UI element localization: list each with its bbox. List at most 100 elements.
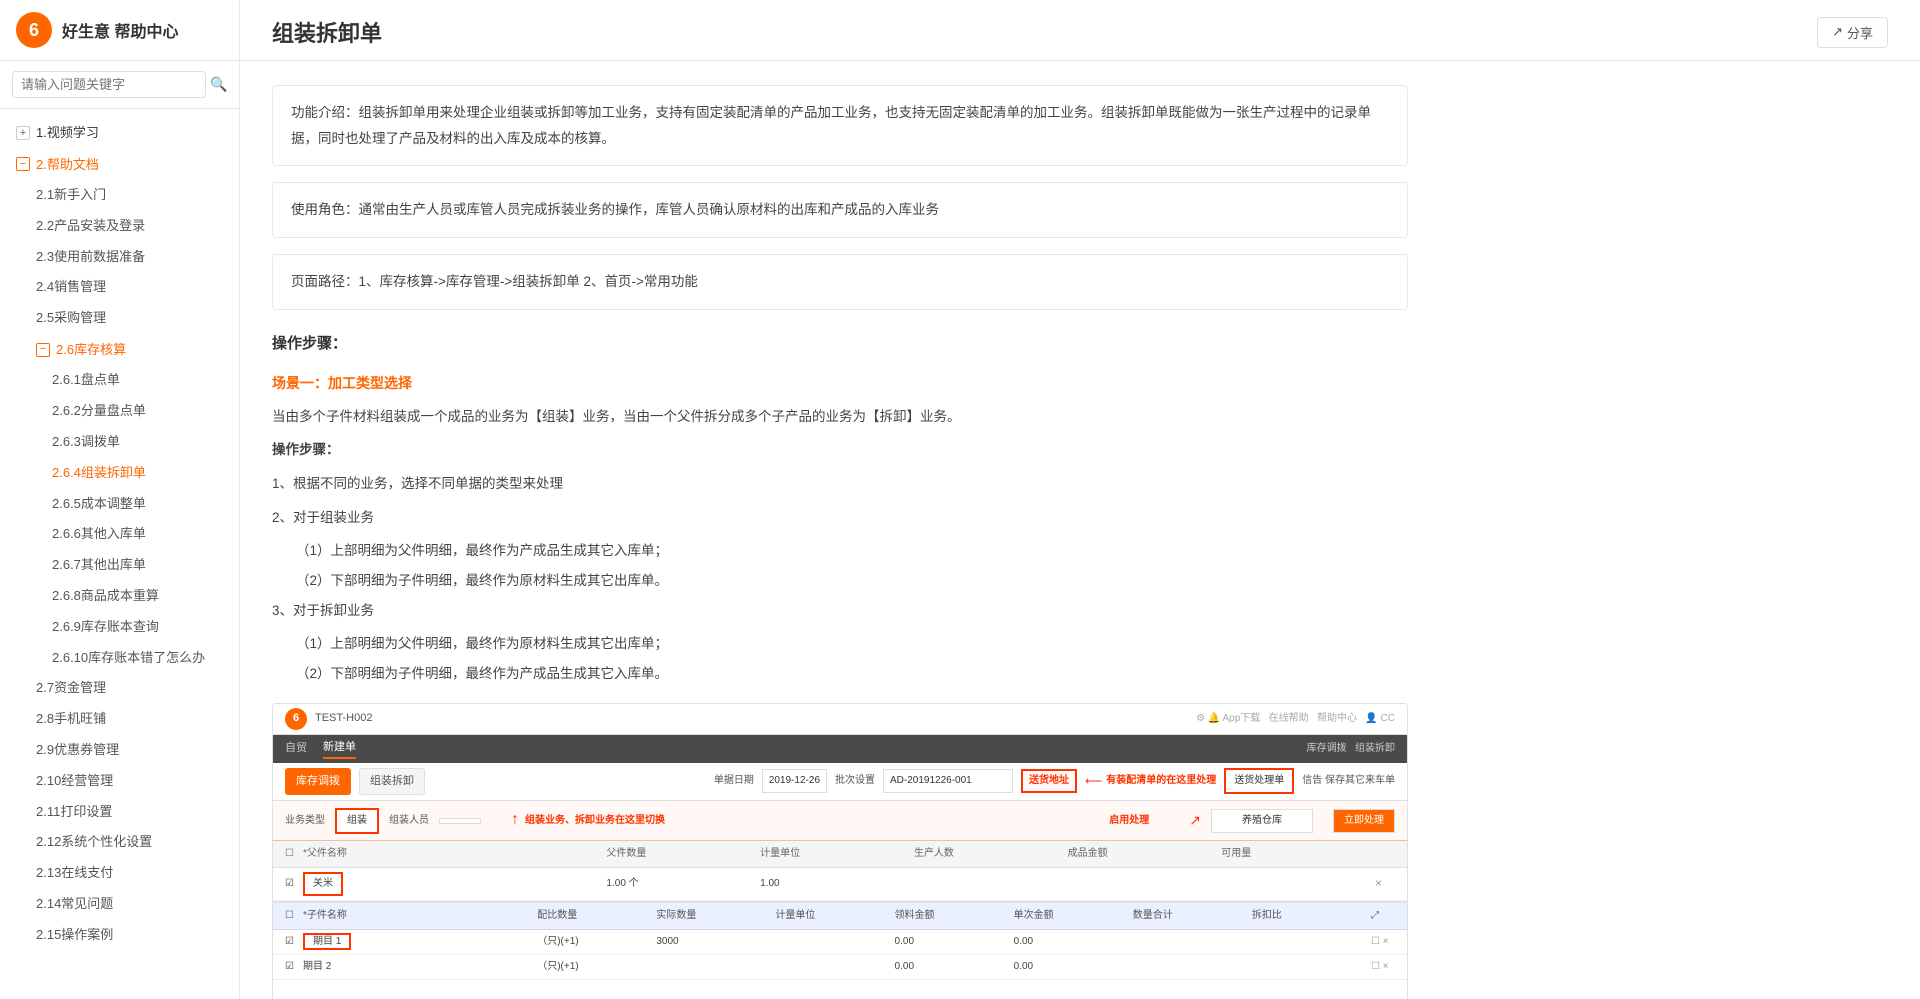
- sim-lower-row-3: [273, 980, 1407, 999]
- sim-nav-extra: 库存调拨 组装拆卸: [1307, 740, 1395, 758]
- sim-type-row: 业务类型 组装 组装人员 ↑ 组装业务、拆卸业务在这里切换 启用处理 ↗ 养殖仓…: [273, 801, 1407, 841]
- row-del[interactable]: ×: [1375, 873, 1395, 895]
- sim-store-input[interactable]: 养殖仓库: [1211, 809, 1313, 833]
- sim-process-btn[interactable]: 送货处理单: [1224, 768, 1294, 794]
- row3-single-amt: 0.00: [1014, 958, 1129, 976]
- step3: 3、对于拆卸业务: [272, 598, 1408, 624]
- search-button[interactable]: 🔍: [206, 74, 231, 95]
- sim-upper-table: ☐ *父件名称 父件数量 计量单位 生产人数 成品金额 可用量 ☑ 关米: [273, 841, 1407, 901]
- sim-order-value: AD-20191226-001: [883, 769, 1013, 793]
- sim-annotation1-label: 有装配清单的在这里处理: [1106, 772, 1216, 790]
- row3-ratio: （只)(+1): [537, 958, 652, 976]
- sim-nav-purchase[interactable]: 新建单: [323, 738, 356, 760]
- article-body: 功能介绍：组装拆卸单用来处理企业组装或拆卸等加工业务，支持有固定装配清单的产品加…: [240, 61, 1440, 999]
- sidebar-item-2-12[interactable]: 2.12系统个性化设置: [0, 827, 239, 858]
- sidebar-item-2-13[interactable]: 2.13在线支付: [0, 858, 239, 889]
- collapse-icon: −: [16, 157, 30, 171]
- sidebar-item-video[interactable]: + 1.视频学习: [0, 117, 239, 149]
- sim-staff-input[interactable]: [439, 818, 481, 824]
- col-child-name: *子件名称: [303, 907, 533, 925]
- sidebar-item-2-14[interactable]: 2.14常见问题: [0, 889, 239, 920]
- sidebar-item-2-11[interactable]: 2.11打印设置: [0, 797, 239, 828]
- scene1-desc: 当由多个子件材料组装成一个成品的业务为【组装】业务，当由一个父件拆分成多个子产品…: [272, 404, 1408, 430]
- sim-tab-row: 库存调拨 组装拆卸 单据日期 2019-12-26 批次设置 AD-201912…: [273, 763, 1407, 802]
- sidebar-item-docs[interactable]: − 2.帮助文档: [0, 149, 239, 181]
- sim-arrow3: ↗: [1189, 808, 1201, 833]
- sim-tab-assemble[interactable]: 组装拆卸: [359, 768, 425, 796]
- intro-block-2: 使用角色：通常由生产人员或库管人员完成拆装业务的操作，库管人员确认原材料的出库和…: [272, 182, 1408, 238]
- step1: 1、根据不同的业务，选择不同单据的类型来处理: [272, 471, 1408, 497]
- intro-block-1: 功能介绍：组装拆卸单用来处理企业组装或拆卸等加工业务，支持有固定装配清单的产品加…: [272, 85, 1408, 166]
- step2-2: （2）下部明细为子件明细，最终作为原材料生成其它出库单。: [272, 568, 1408, 594]
- brand-name: 好生意 帮助中心: [62, 18, 178, 42]
- main-content: 组装拆卸单 ↗ 分享 功能介绍：组装拆卸单用来处理企业组装或拆卸等加工业务，支持…: [240, 0, 1920, 999]
- sidebar-item-2-7[interactable]: 2.7资金管理: [0, 673, 239, 704]
- sidebar-item-2-2[interactable]: 2.2产品安装及登录: [0, 211, 239, 242]
- row-parent-qty: 1.00 个: [606, 875, 756, 893]
- col-single-amt: 单次金额: [1014, 907, 1129, 925]
- sidebar-item-2-3[interactable]: 2.3使用前数据准备: [0, 242, 239, 273]
- sidebar-item-2-5[interactable]: 2.5采购管理: [0, 303, 239, 334]
- step2-1: （1）上部明细为父件明细，最终作为产成品生成其它入库单；: [272, 538, 1408, 564]
- sidebar-header: 6 好生意 帮助中心: [0, 0, 239, 61]
- sidebar-item-2-10[interactable]: 2.10经营管理: [0, 766, 239, 797]
- ops-steps-title: 操作步骤：: [272, 437, 1408, 463]
- sidebar-item-2-6-2[interactable]: 2.6.2分量盘点单: [0, 396, 239, 427]
- step2: 2、对于组装业务: [272, 505, 1408, 531]
- sim-lower-header: ☐ *子件名称 配比数量 实际数量 计量单位 领料金额 单次金额 数量合计 拆扣…: [273, 903, 1407, 930]
- sim-lower-row-1: ☑ 期目 1 （只)(+1) 3000 0.00 0.00 ☐ ×: [273, 930, 1407, 955]
- sidebar-item-2-6-1[interactable]: 2.6.1盘点单: [0, 365, 239, 396]
- sim-row1-name-highlight: 关米: [303, 872, 343, 896]
- sidebar-item-2-6-4[interactable]: 2.6.4组装拆卸单: [0, 458, 239, 489]
- sim-annotation2-area: ↑ 组装业务、拆卸业务在这里切换: [511, 806, 665, 835]
- row3-mat-amt: 0.00: [895, 958, 1010, 976]
- col-unit: 计量单位: [760, 845, 910, 863]
- row-unit: 1.00: [760, 875, 910, 893]
- col-available: 可用量: [1221, 845, 1371, 863]
- sidebar-item-2-6-7[interactable]: 2.6.7其他出库单: [0, 550, 239, 581]
- col-parent-qty: 父件数量: [606, 845, 756, 863]
- sidebar-item-2-6-8[interactable]: 2.6.8商品成本重算: [0, 581, 239, 612]
- row-check: ☑: [285, 875, 299, 893]
- sidebar-item-2-6-3[interactable]: 2.6.3调拨单: [0, 427, 239, 458]
- sim-app: 6 TEST-H002 ⚙ 🔔 App下载 在线帮助 帮助中心 👤 CC 自贸 …: [273, 704, 1407, 999]
- search-input[interactable]: [12, 71, 206, 98]
- col-qty-total: 数量合计: [1133, 907, 1248, 925]
- sidebar-item-2-1[interactable]: 2.1新手入门: [0, 180, 239, 211]
- expand-icon: +: [16, 126, 30, 140]
- col-action: [1375, 845, 1395, 863]
- sidebar-item-2-9[interactable]: 2.9优惠券管理: [0, 735, 239, 766]
- sidebar-item-2-6-6[interactable]: 2.6.6其他入库单: [0, 519, 239, 550]
- sidebar: 6 好生意 帮助中心 🔍 + 1.视频学习 − 2.帮助文档 2.1新手入门 2…: [0, 0, 240, 999]
- sim-topbar: 6 TEST-H002 ⚙ 🔔 App下载 在线帮助 帮助中心 👤 CC: [273, 704, 1407, 735]
- sidebar-item-2-6[interactable]: − 2.6库存核算: [0, 334, 239, 366]
- sim-type-input[interactable]: 组装: [335, 808, 379, 834]
- share-button[interactable]: ↗ 分享: [1817, 17, 1888, 48]
- col-amount: 成品金额: [1068, 845, 1218, 863]
- sim-lower-table: ☐ *子件名称 配比数量 实际数量 计量单位 领料金额 单次金额 数量合计 拆扣…: [273, 901, 1407, 999]
- row3-ops[interactable]: ☐ ×: [1371, 958, 1395, 976]
- row-parent-name: 关米: [303, 872, 602, 896]
- sim-icons: ⚙ 🔔 App下载 在线帮助 帮助中心 👤 CC: [1196, 710, 1395, 728]
- sim-extra: 信告 保存其它来车单: [1302, 772, 1395, 790]
- sim-nav-home[interactable]: 自贸: [285, 739, 307, 759]
- sidebar-item-2-6-5[interactable]: 2.6.5成本调整单: [0, 489, 239, 520]
- sidebar-item-2-6-10[interactable]: 2.6.10库存账本错了怎么办: [0, 643, 239, 674]
- ops-title: 操作步骤：: [272, 330, 1408, 357]
- sim-tab-active[interactable]: 库存调拨: [285, 768, 351, 796]
- row2-ops[interactable]: ☐ ×: [1371, 933, 1395, 951]
- sidebar-item-2-6-9[interactable]: 2.6.9库存账本查询: [0, 612, 239, 643]
- sim-confirm-btn[interactable]: 立即处理: [1333, 809, 1395, 833]
- sim-row2-name-highlight: 期目 1: [303, 933, 351, 950]
- col-material-amt: 领料金额: [895, 907, 1010, 925]
- intro-block-3: 页面路径：1、库存核算->库存管理->组装拆卸单 2、首页->常用功能: [272, 254, 1408, 310]
- sim-app-logo: 6: [285, 708, 307, 730]
- row2-single-amt: 0.00: [1014, 933, 1129, 951]
- row2-child-name: 期目 1: [303, 933, 533, 951]
- search-box: 🔍: [0, 61, 239, 109]
- sidebar-item-2-4[interactable]: 2.4销售管理: [0, 272, 239, 303]
- sim-date-value: 2019-12-26: [762, 769, 827, 793]
- sidebar-item-2-8[interactable]: 2.8手机旺铺: [0, 704, 239, 735]
- sidebar-item-2-15[interactable]: 2.15操作案例: [0, 920, 239, 951]
- app-logo: 6: [16, 12, 52, 48]
